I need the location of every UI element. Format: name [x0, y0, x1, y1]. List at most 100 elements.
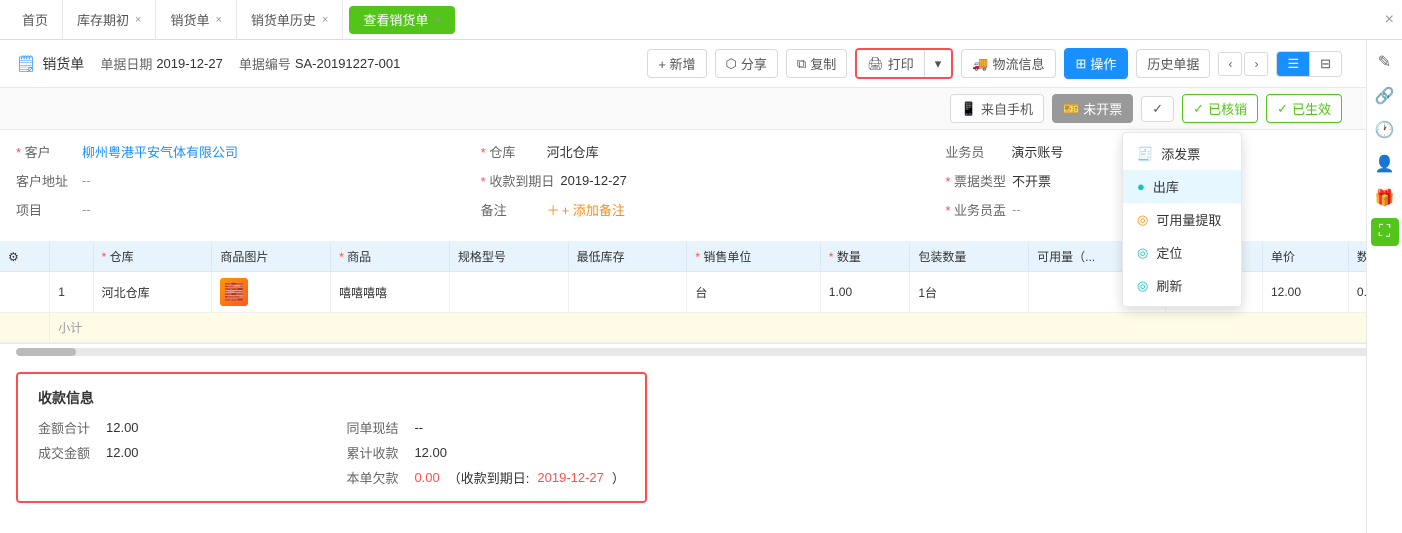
- cumulative-label: 累计收款: [346, 443, 406, 462]
- cumulative-value: 12.00: [414, 445, 447, 460]
- subtotal-row: 小计: [0, 313, 1402, 343]
- share-button[interactable]: ⬡ 分享: [715, 49, 778, 78]
- plus-icon: ＋: [547, 200, 560, 219]
- invoice-icon: 🧾: [1137, 146, 1153, 162]
- payment-date-value: 2019-12-27: [560, 173, 627, 188]
- sidebar-link-btn[interactable]: 🔗: [1371, 82, 1399, 110]
- edit-icon: ✎: [1378, 52, 1391, 72]
- sidebar-gift-btn[interactable]: 🎁: [1371, 184, 1399, 212]
- sales-order-icon: 🗒: [16, 54, 36, 74]
- tab-inventory-init-close[interactable]: ×: [135, 14, 141, 26]
- print-button[interactable]: 🖨 打印: [857, 50, 925, 77]
- doc-header: 🗒 销货单 单据日期 2019-12-27 单据编号 SA-20191227-0…: [0, 40, 1402, 88]
- ok-button[interactable]: ✓: [1141, 96, 1174, 122]
- dropdown-locate[interactable]: ◎ 定位: [1123, 236, 1241, 269]
- payment-info-section: 收款信息 金额合计 12.00 同单现结 -- 成交金额 12.00: [0, 360, 1402, 515]
- cell-quantity: 1.00: [820, 272, 910, 313]
- ticket-icon: 🎫: [1063, 101, 1079, 117]
- product-image: 🧱: [220, 278, 248, 306]
- tab-home[interactable]: 首页: [8, 0, 63, 40]
- sales-staff-label: 业务员盂: [945, 200, 1006, 219]
- cell-warehouse: 河北仓库: [93, 272, 212, 313]
- list-view-button[interactable]: ☰: [1277, 52, 1310, 76]
- col-unit-price: 单价: [1263, 242, 1349, 272]
- cancelled-button[interactable]: ✓ 已核销: [1182, 94, 1258, 123]
- logistics-button[interactable]: 🚚 物流信息: [961, 49, 1055, 78]
- payment-date-field: 收款到期日 2019-12-27: [481, 171, 922, 190]
- payment-date-label: 收款到期日: [481, 171, 555, 190]
- transaction-value: 12.00: [106, 445, 139, 460]
- tab-sales-history-close[interactable]: ×: [322, 14, 328, 26]
- cell-product-img: 🧱: [212, 272, 331, 313]
- transaction-label: 成交金额: [38, 443, 98, 462]
- sidebar-expand-btn[interactable]: ⛶: [1371, 218, 1399, 246]
- prev-arrow[interactable]: ‹: [1218, 52, 1242, 76]
- horizontal-scrollbar[interactable]: [16, 348, 1386, 356]
- tab-sales-history[interactable]: 销货单历史 ×: [237, 0, 343, 40]
- payment-info-title: 收款信息: [38, 388, 625, 408]
- sidebar-user-btn[interactable]: 👤: [1371, 150, 1399, 178]
- next-arrow[interactable]: ›: [1244, 52, 1268, 76]
- col-warehouse: 仓库: [93, 242, 212, 272]
- tab-sales-order-close[interactable]: ×: [215, 14, 221, 26]
- dropdown-add-invoice[interactable]: 🧾 添发票: [1123, 137, 1241, 170]
- sidebar-edit-btn[interactable]: ✎: [1371, 48, 1399, 76]
- cell-sales-unit: 台: [687, 272, 820, 313]
- history-button[interactable]: 历史单据: [1136, 49, 1210, 78]
- doc-title: 🗒 销货单: [16, 54, 84, 74]
- tab-view-sales[interactable]: 查看销货单 ×: [349, 6, 454, 34]
- view-toggle-group: ☰ ⊟: [1276, 51, 1342, 77]
- nav-arrows: ‹ ›: [1218, 52, 1268, 76]
- operations-button[interactable]: ⊞ 操作: [1066, 50, 1127, 77]
- effective-button[interactable]: ✓ 已生效: [1266, 94, 1342, 123]
- grid-view-button[interactable]: ⊟: [1310, 52, 1341, 76]
- customer-value[interactable]: 柳州粤港平安气体有限公司: [82, 142, 238, 161]
- sidebar-history-btn[interactable]: 🕐: [1371, 116, 1399, 144]
- copy-button[interactable]: ⧉ 复制: [786, 49, 847, 78]
- col-min-stock: 最低库存: [568, 242, 687, 272]
- tab-inventory-init[interactable]: 库存期初 ×: [63, 0, 156, 40]
- total-amount-label: 金额合计: [38, 418, 98, 437]
- cell-unit-price: 12.00: [1263, 272, 1349, 313]
- due-label: 本单欠款: [346, 468, 406, 487]
- warehouse-label: 仓库: [481, 142, 541, 161]
- tab-view-sales-close[interactable]: ×: [434, 14, 440, 26]
- doc-number-meta: 单据编号 SA-20191227-001: [239, 54, 401, 73]
- window-close-button[interactable]: ×: [1385, 11, 1394, 29]
- subtotal-label: 小计: [50, 313, 1402, 343]
- print-dropdown-button[interactable]: ▾: [925, 52, 952, 76]
- due-amount-row: 本单欠款 0.00 （收款到期日: 2019-12-27 ）: [346, 468, 624, 487]
- dropdown-available-qty[interactable]: ◎ 可用量提取: [1123, 203, 1241, 236]
- from-phone-button[interactable]: 📱 来自手机: [950, 94, 1044, 123]
- user-icon: 👤: [1375, 154, 1395, 174]
- tab-bar: 首页 库存期初 × 销货单 × 销货单历史 × 查看销货单 × ×: [0, 0, 1402, 40]
- cell-row-num: 1: [50, 272, 93, 313]
- address-label: 客户地址: [16, 171, 76, 190]
- col-product-img: 商品图片: [212, 242, 331, 272]
- col-spec: 规格型号: [449, 242, 568, 272]
- new-button[interactable]: + 新增: [647, 49, 706, 78]
- operations-group: ⊞ 操作: [1064, 48, 1129, 79]
- add-note-button[interactable]: ＋ + 添加备注: [547, 200, 625, 219]
- col-row-num: [50, 242, 93, 272]
- due-value: 0.00: [414, 470, 439, 485]
- cumulative-row: 累计收款 12.00: [346, 443, 624, 462]
- col-settings[interactable]: ⚙: [0, 242, 50, 272]
- check-icon-cancelled: ✓: [1193, 101, 1204, 117]
- copy-icon: ⧉: [797, 56, 806, 72]
- cell-pack-qty: 1台: [910, 272, 1029, 313]
- not-open-button[interactable]: 🎫 未开票: [1052, 94, 1133, 123]
- warehouse-field: 仓库 河北仓库: [481, 142, 922, 161]
- col-sales-unit: 销售单位: [687, 242, 820, 272]
- print-icon: 🖨: [867, 56, 884, 72]
- dropdown-refresh[interactable]: ◎ 刷新: [1123, 269, 1241, 302]
- customer-label: 客户: [16, 142, 76, 161]
- chevron-down-icon: ▾: [935, 56, 942, 72]
- doc-date-meta: 单据日期 2019-12-27: [100, 54, 223, 73]
- cell-product: 嘻嘻嘻嘻: [331, 272, 450, 313]
- tab-sales-order[interactable]: 销货单 ×: [156, 0, 236, 40]
- truck-icon: 🚚: [972, 56, 988, 72]
- settlement-label: 同单现结: [346, 418, 406, 437]
- dropdown-outbound[interactable]: ● 出库: [1123, 170, 1241, 203]
- subtotal-settings: [0, 313, 50, 343]
